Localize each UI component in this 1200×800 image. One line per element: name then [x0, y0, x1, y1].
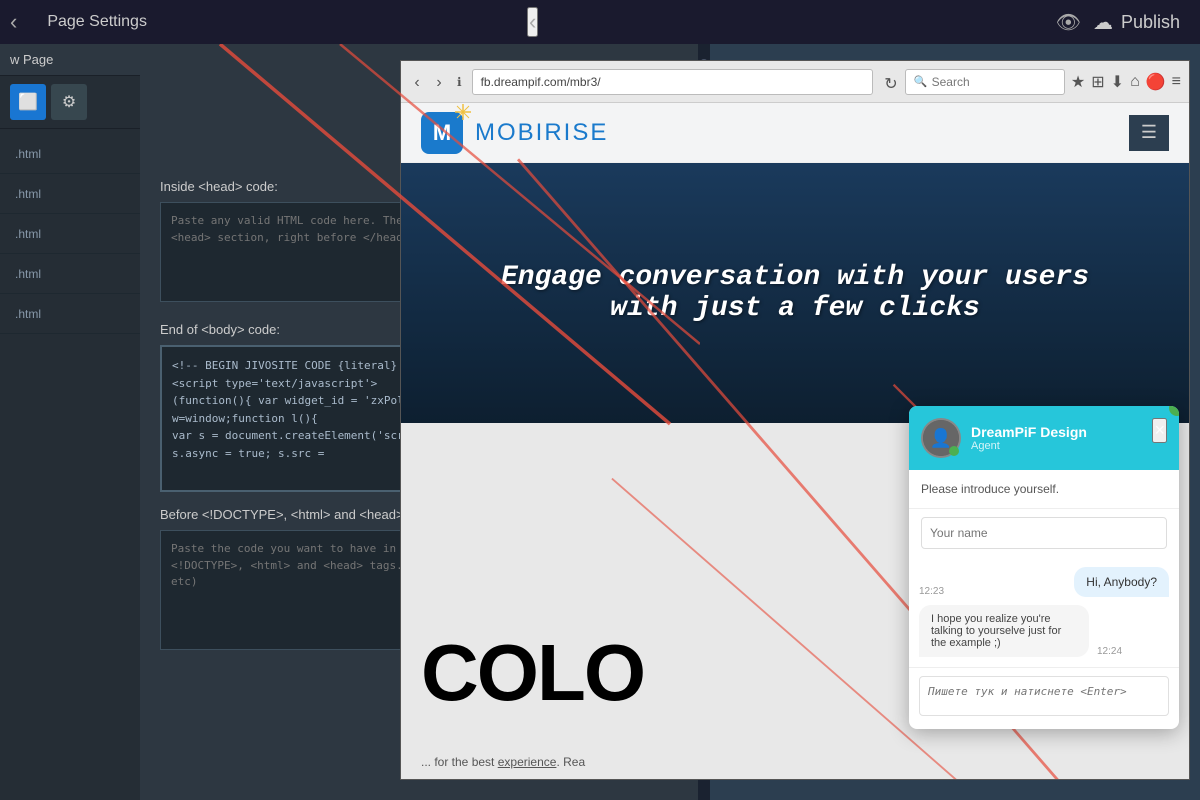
- chat-close-button[interactable]: ×: [1152, 418, 1167, 443]
- hero-text-1: Engage conversation with your users: [501, 262, 1089, 293]
- chat-agent-name: DreamPiF Design: [971, 424, 1087, 440]
- browser-url-bar: fb.dreampif.com/mbr3/: [472, 69, 873, 95]
- sidebar-item-5[interactable]: .html: [0, 294, 140, 334]
- search-magnifier-icon: 🔍: [914, 75, 928, 88]
- msg2-time: 12:24: [1097, 646, 1122, 657]
- logo-m: M: [433, 120, 451, 146]
- extension-icon[interactable]: 🔴: [1146, 72, 1166, 92]
- browser-back-button[interactable]: ‹: [409, 74, 425, 90]
- browser-window: ‹ › ℹ fb.dreampif.com/mbr3/ ↻ 🔍 Search ★…: [400, 60, 1190, 780]
- intro-text: Please introduce yourself.: [921, 482, 1059, 496]
- chat-message-1: 12:23 Hi, Anybody?: [919, 567, 1169, 597]
- header-hamburger[interactable]: ☰: [1129, 115, 1169, 151]
- chat-input-area: [909, 667, 1179, 729]
- hero-text-2: with just a few clicks: [610, 293, 980, 324]
- cloud-icon: ☁: [1093, 10, 1113, 35]
- chat-widget: 👤 DreamPiF Design Agent × Please introdu…: [909, 406, 1179, 729]
- sidebar-item-3[interactable]: .html: [0, 214, 140, 254]
- colo-text: COLO: [421, 627, 644, 719]
- home-icon[interactable]: ⌂: [1130, 73, 1140, 91]
- hamburger-icon: ☰: [1141, 122, 1157, 143]
- chat-name-input[interactable]: [921, 517, 1167, 549]
- chat-message-2: I hope you realize you're talking to you…: [919, 605, 1169, 657]
- left-sidebar: w Page ⬜ ⚙ .html .html .html .html .html: [0, 44, 140, 800]
- chat-online-dot: [1169, 406, 1179, 416]
- msg2-bubble: I hope you realize you're talking to you…: [919, 605, 1089, 657]
- publish-area: 👁 ☁ Publish: [1056, 10, 1180, 35]
- download-icon[interactable]: ⬇: [1111, 72, 1124, 92]
- back-button[interactable]: ‹: [10, 9, 17, 35]
- top-bar-left: ‹ Page Settings ‹: [0, 0, 548, 44]
- msg1-bubble: Hi, Anybody?: [1074, 567, 1169, 597]
- publish-label: Publish: [1121, 12, 1180, 33]
- site-title: MOBIRISE: [475, 119, 608, 147]
- hero-area: Engage conversation with your users with…: [401, 163, 1189, 423]
- logo-container: M: [421, 112, 463, 154]
- new-page-item[interactable]: w Page: [0, 44, 140, 76]
- sidebar-item-1[interactable]: .html: [0, 134, 140, 174]
- chat-agent-info: DreamPiF Design Agent: [971, 424, 1087, 452]
- online-indicator: [949, 446, 959, 456]
- preview-icon[interactable]: 👁: [1056, 10, 1081, 35]
- chat-intro: Please introduce yourself.: [909, 470, 1179, 509]
- footer-text: ... for the best experience. Rea: [421, 755, 585, 769]
- chat-avatar-container: 👤: [921, 418, 961, 458]
- pages-button[interactable]: ⬜: [10, 84, 46, 120]
- chat-agent-role: Agent: [971, 440, 1087, 452]
- sidebar-item-2[interactable]: .html: [0, 174, 140, 214]
- page-title: Page Settings: [47, 13, 147, 31]
- menu-icon[interactable]: ≡: [1172, 73, 1181, 91]
- chat-input[interactable]: [919, 676, 1169, 716]
- bookmark-icon[interactable]: ⊞: [1091, 72, 1104, 92]
- logo-sparkle: [455, 104, 471, 120]
- browser-refresh-button[interactable]: ↻: [883, 74, 899, 90]
- star-icon[interactable]: ★: [1071, 72, 1085, 92]
- top-bar: ‹ Page Settings ‹ 👁 ☁ Publish: [0, 0, 1200, 44]
- new-page-label: w Page: [10, 52, 53, 67]
- browser-chrome: ‹ › ℹ fb.dreampif.com/mbr3/ ↻ 🔍 Search ★…: [401, 61, 1189, 103]
- browser-content: M MOBIRISE ☰ Engage co: [401, 103, 1189, 779]
- info-icon: ℹ: [457, 75, 462, 89]
- collapse-button[interactable]: ‹: [527, 7, 538, 37]
- publish-button[interactable]: ☁ Publish: [1093, 10, 1180, 35]
- chat-messages: 12:23 Hi, Anybody? I hope you realize yo…: [909, 557, 1179, 667]
- site-header: M MOBIRISE ☰: [401, 103, 1189, 163]
- sidebar-items: .html .html .html .html .html: [0, 129, 140, 339]
- chat-header: 👤 DreamPiF Design Agent ×: [909, 406, 1179, 470]
- url-text: fb.dreampif.com/mbr3/: [481, 75, 864, 89]
- msg1-time: 12:23: [919, 586, 944, 597]
- search-text: Search: [932, 75, 970, 89]
- settings-button[interactable]: ⚙: [51, 84, 87, 120]
- sidebar-item-4[interactable]: .html: [0, 254, 140, 294]
- browser-forward-button[interactable]: ›: [431, 74, 447, 90]
- browser-search-box: 🔍 Search: [905, 69, 1065, 95]
- sidebar-icon-group: ⬜ ⚙: [0, 76, 140, 129]
- hamburger-btn[interactable]: ☰: [1129, 115, 1169, 151]
